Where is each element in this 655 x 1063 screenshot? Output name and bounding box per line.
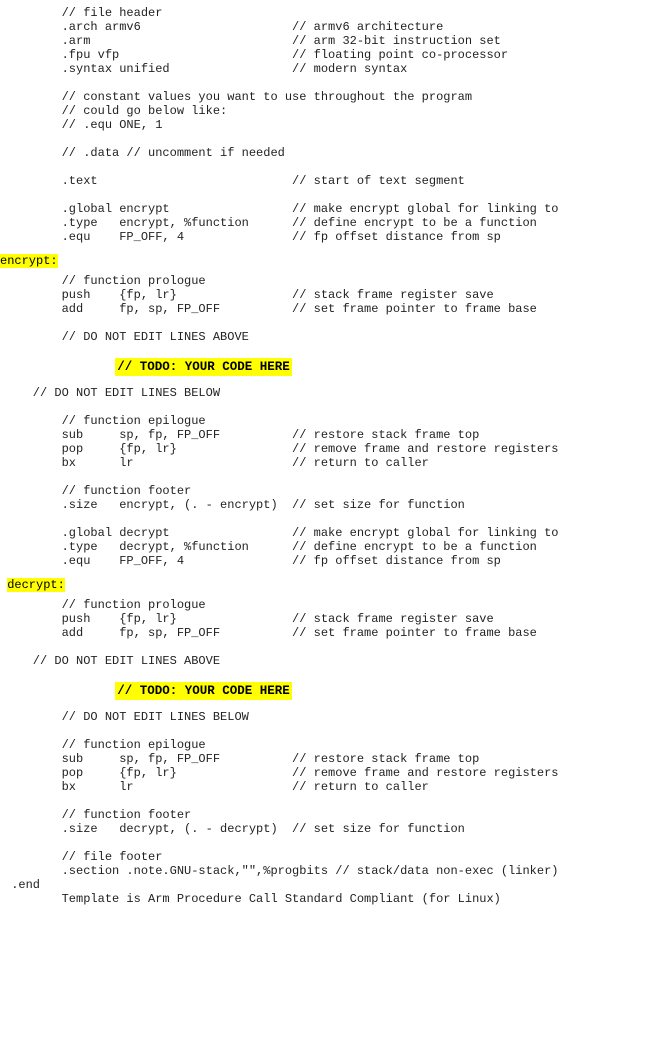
todo-line-2: // TODO: YOUR CODE HERE	[0, 678, 655, 704]
code-block-2: // function prologue push {fp, lr} // st…	[0, 268, 655, 354]
code-block-4: // function prologue push {fp, lr} // st…	[0, 592, 655, 678]
todo-line-1: // TODO: YOUR CODE HERE	[0, 354, 655, 380]
encrypt-label: encrypt:	[0, 254, 58, 268]
label-encrypt-line: encrypt:	[0, 254, 655, 268]
code-block-5: // DO NOT EDIT LINES BELOW // function e…	[0, 704, 655, 916]
label-decrypt-line: decrypt:	[0, 578, 655, 592]
todo-marker-1: // TODO: YOUR CODE HERE	[115, 358, 292, 376]
code-block-1: // file header .arch armv6 // armv6 arch…	[0, 0, 655, 254]
decrypt-label: decrypt:	[7, 578, 65, 592]
code-block-3: // DO NOT EDIT LINES BELOW // function e…	[0, 380, 655, 578]
todo-marker-2: // TODO: YOUR CODE HERE	[115, 682, 292, 700]
